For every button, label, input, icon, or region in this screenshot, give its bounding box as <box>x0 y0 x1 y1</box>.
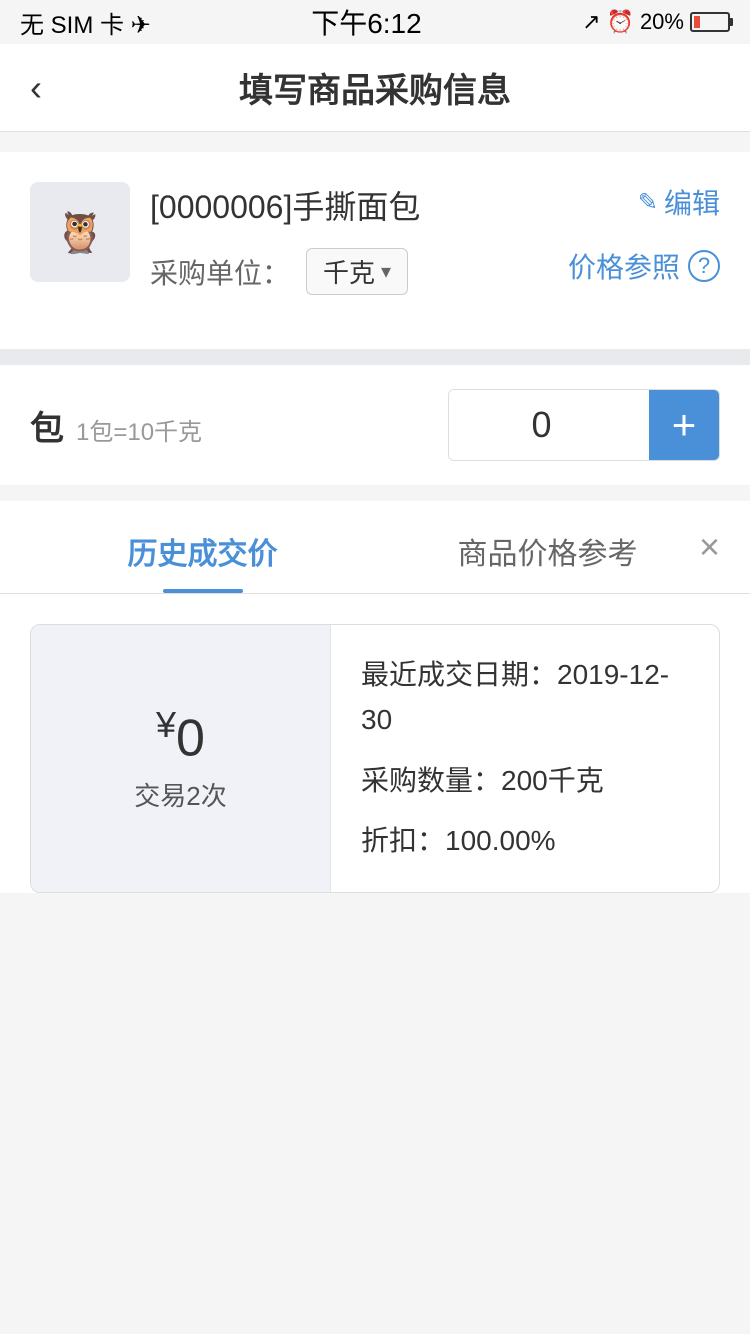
back-button[interactable]: ‹ <box>30 67 90 109</box>
section-divider <box>0 349 750 365</box>
nav-bar: ‹ 填写商品采购信息 <box>0 44 750 132</box>
edit-button[interactable]: ✎ 编辑 <box>638 182 720 222</box>
quantity-equiv: 1包=10千克 <box>76 412 202 447</box>
product-info: [0000006]手撕面包 采购单位： 千克 ▾ <box>150 182 420 295</box>
product-unit-row: 采购单位： 千克 ▾ <box>150 248 420 295</box>
page-title: 填写商品采购信息 <box>239 63 511 112</box>
quantity-row: 包 1包=10千克 + <box>0 365 750 485</box>
sim-text: 无 SIM 卡 ✈ <box>20 5 151 40</box>
product-section: 🦉 [0000006]手撕面包 采购单位： 千克 ▾ ✎ 编辑 <box>0 152 750 349</box>
bottom-panel: 历史成交价 商品价格参考 × ¥0 交易2次 最近成交日期：2019-12-30… <box>0 501 750 893</box>
product-thumbnail: 🦉 <box>30 182 130 282</box>
dropdown-arrow-icon: ▾ <box>381 259 391 284</box>
discount-label: 折扣： <box>361 825 445 856</box>
status-left: 无 SIM 卡 ✈ <box>20 5 151 40</box>
tab-close-button[interactable]: × <box>699 526 720 568</box>
recent-date-row: 最近成交日期：2019-12-30 <box>361 653 689 743</box>
card-trades: 交易2次 <box>134 776 226 813</box>
tab-history-price[interactable]: 历史成交价 <box>30 501 375 593</box>
currency-symbol: ¥ <box>156 704 176 745</box>
unit-select[interactable]: 千克 ▾ <box>306 248 408 295</box>
quantity-value: 200千克 <box>501 765 604 796</box>
quantity-label: 采购数量： <box>361 765 501 796</box>
product-left: 🦉 [0000006]手撕面包 采购单位： 千克 ▾ <box>30 182 420 295</box>
status-right: ↗ ⏰ 20% <box>582 9 730 35</box>
tab-product-price-ref[interactable]: 商品价格参考 <box>375 501 720 593</box>
tabs-row: 历史成交价 商品价格参考 × <box>0 501 750 594</box>
card-price-value: ¥0 <box>156 704 205 768</box>
battery-percent: 20% <box>640 9 684 35</box>
help-icon: ? <box>688 250 720 282</box>
quantity-unit: 包 <box>30 401 64 450</box>
price-ref-button[interactable]: 价格参照 ? <box>568 246 720 286</box>
location-icon: ↗ <box>582 9 600 35</box>
product-name: [0000006]手撕面包 <box>150 182 420 228</box>
status-bar: 无 SIM 卡 ✈ 下午6:12 ↗ ⏰ 20% <box>0 0 750 44</box>
product-header: 🦉 [0000006]手撕面包 采购单位： 千克 ▾ ✎ 编辑 <box>30 182 720 295</box>
quantity-input-group: + <box>448 389 720 461</box>
quantity-label-group: 包 1包=10千克 <box>30 401 202 450</box>
card-price-summary: ¥0 交易2次 <box>31 625 331 892</box>
battery-icon <box>690 12 730 32</box>
card-details: 最近成交日期：2019-12-30 采购数量：200千克 折扣：100.00% <box>331 625 719 892</box>
discount-value: 100.00% <box>445 825 556 856</box>
edit-icon: ✎ <box>638 188 658 217</box>
status-time: 下午6:12 <box>311 2 422 42</box>
discount-row: 折扣：100.00% <box>361 819 689 864</box>
unit-label: 采购单位： <box>150 252 290 292</box>
recent-date-label: 最近成交日期： <box>361 659 557 690</box>
transaction-card: ¥0 交易2次 最近成交日期：2019-12-30 采购数量：200千克 折扣：… <box>30 624 720 893</box>
quantity-input[interactable] <box>449 390 649 460</box>
alarm-icon: ⏰ <box>607 9 634 35</box>
purchase-qty-row: 采购数量：200千克 <box>361 759 689 804</box>
product-thumb-icon: 🦉 <box>55 209 105 256</box>
quantity-plus-button[interactable]: + <box>649 390 719 460</box>
unit-value: 千克 <box>323 253 375 290</box>
